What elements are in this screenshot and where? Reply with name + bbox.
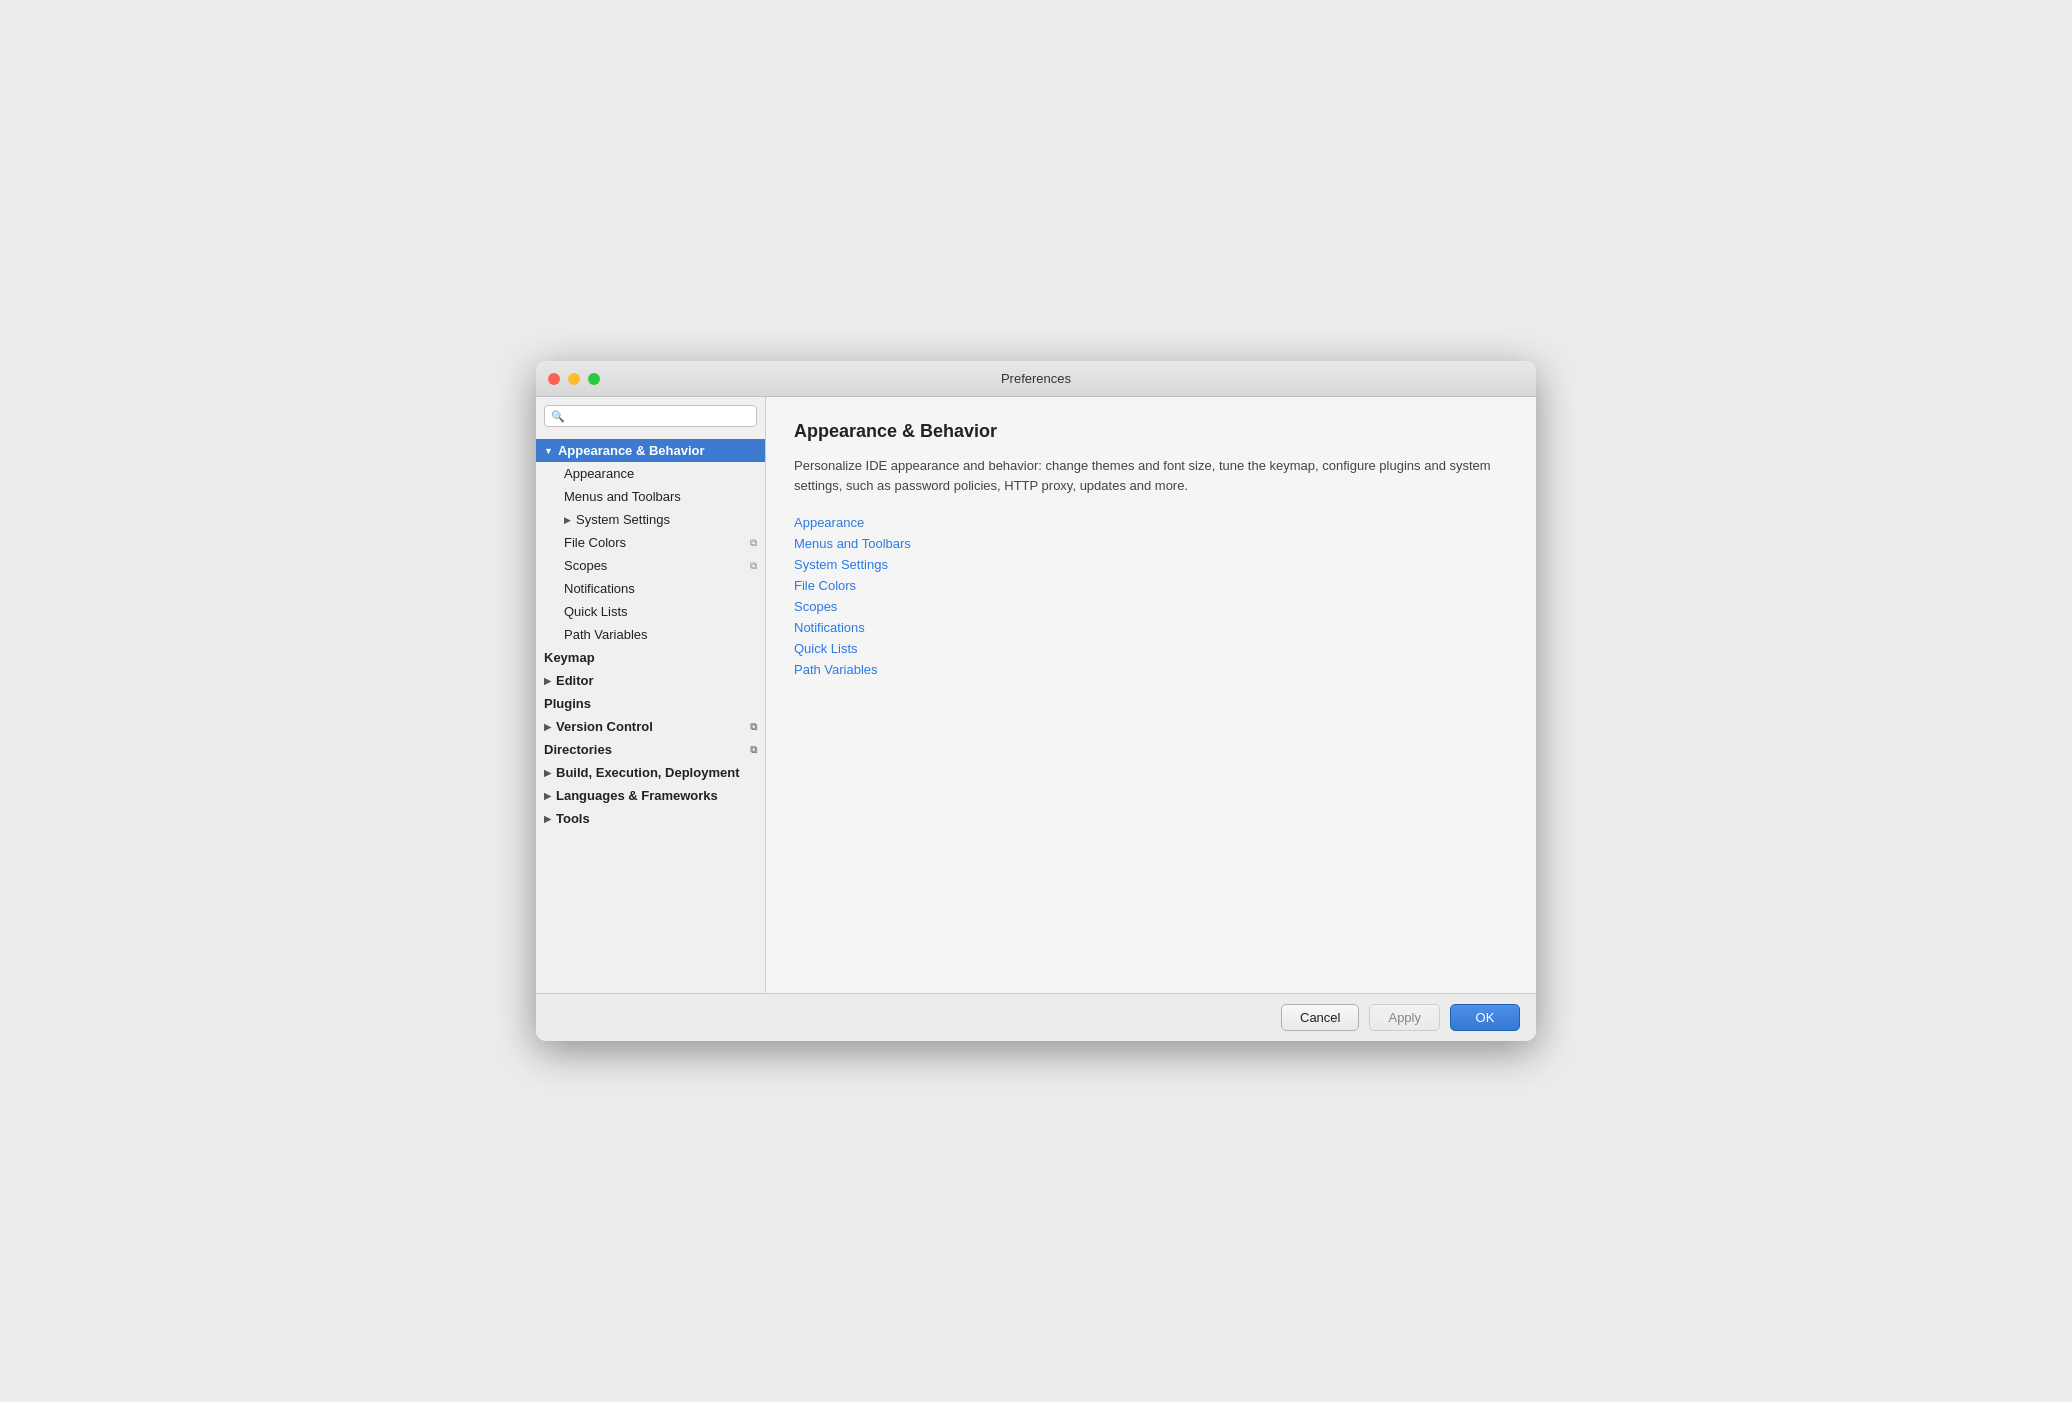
sidebar-item-plugins[interactable]: Plugins xyxy=(536,692,765,715)
cancel-button[interactable]: Cancel xyxy=(1281,1004,1359,1031)
link-scopes[interactable]: Scopes xyxy=(794,599,1508,614)
sidebar-item-label: Path Variables xyxy=(564,627,648,642)
page-description: Personalize IDE appearance and behavior:… xyxy=(794,456,1508,495)
sidebar-item-label: Keymap xyxy=(544,650,595,665)
chevron-right-icon: ▶ xyxy=(544,814,551,824)
sidebar: 🔍 ▼ Appearance & Behavior Appearance Men… xyxy=(536,397,766,993)
search-icon: 🔍 xyxy=(551,410,565,423)
chevron-right-icon: ▶ xyxy=(544,791,551,801)
minimize-button[interactable] xyxy=(568,373,580,385)
settings-icon: ⧉ xyxy=(750,721,757,733)
close-button[interactable] xyxy=(548,373,560,385)
page-title: Appearance & Behavior xyxy=(794,421,1508,442)
sidebar-item-label: Version Control xyxy=(556,719,653,734)
chevron-right-icon: ▶ xyxy=(544,676,551,686)
sidebar-item-label: Directories xyxy=(544,742,612,757)
preferences-window: Preferences 🔍 ▼ Appearance & Behavior Ap… xyxy=(536,361,1536,1041)
titlebar-buttons xyxy=(548,373,600,385)
chevron-right-icon: ▶ xyxy=(544,768,551,778)
link-menus-toolbars[interactable]: Menus and Toolbars xyxy=(794,536,1508,551)
link-quick-lists[interactable]: Quick Lists xyxy=(794,641,1508,656)
sidebar-item-appearance-behavior[interactable]: ▼ Appearance & Behavior xyxy=(536,439,765,462)
sidebar-item-label: Languages & Frameworks xyxy=(556,788,718,803)
maximize-button[interactable] xyxy=(588,373,600,385)
settings-icon: ⧉ xyxy=(750,744,757,756)
link-notifications[interactable]: Notifications xyxy=(794,620,1508,635)
bottom-bar: Cancel Apply OK xyxy=(536,993,1536,1041)
sidebar-item-menus-toolbars[interactable]: Menus and Toolbars xyxy=(536,485,765,508)
sidebar-item-label: Appearance & Behavior xyxy=(558,443,705,458)
chevron-right-icon: ▶ xyxy=(564,515,571,525)
chevron-right-icon: ▶ xyxy=(544,722,551,732)
sidebar-item-scopes[interactable]: Scopes ⧉ xyxy=(536,554,765,577)
sidebar-item-label: Appearance xyxy=(564,466,634,481)
settings-icon: ⧉ xyxy=(750,537,757,549)
sidebar-item-label: Plugins xyxy=(544,696,591,711)
sidebar-item-appearance[interactable]: Appearance xyxy=(536,462,765,485)
ok-button[interactable]: OK xyxy=(1450,1004,1520,1031)
chevron-down-icon: ▼ xyxy=(544,446,553,456)
sidebar-item-languages-frameworks[interactable]: ▶ Languages & Frameworks xyxy=(536,784,765,807)
sidebar-nav: ▼ Appearance & Behavior Appearance Menus… xyxy=(536,435,765,993)
sidebar-item-label: File Colors xyxy=(564,535,626,550)
sidebar-item-notifications[interactable]: Notifications xyxy=(536,577,765,600)
sidebar-item-editor[interactable]: ▶ Editor xyxy=(536,669,765,692)
sidebar-item-label: Notifications xyxy=(564,581,635,596)
sidebar-item-label: Scopes xyxy=(564,558,607,573)
search-box[interactable]: 🔍 xyxy=(544,405,757,427)
sidebar-item-label: Menus and Toolbars xyxy=(564,489,681,504)
apply-button[interactable]: Apply xyxy=(1369,1004,1440,1031)
sidebar-item-directories[interactable]: Directories ⧉ xyxy=(536,738,765,761)
link-path-variables[interactable]: Path Variables xyxy=(794,662,1508,677)
sidebar-item-tools[interactable]: ▶ Tools xyxy=(536,807,765,830)
links-list: Appearance Menus and Toolbars System Set… xyxy=(794,515,1508,677)
sidebar-item-label: Build, Execution, Deployment xyxy=(556,765,739,780)
titlebar: Preferences xyxy=(536,361,1536,397)
main-content: Appearance & Behavior Personalize IDE ap… xyxy=(766,397,1536,993)
link-file-colors[interactable]: File Colors xyxy=(794,578,1508,593)
link-appearance[interactable]: Appearance xyxy=(794,515,1508,530)
sidebar-item-label: Quick Lists xyxy=(564,604,628,619)
sidebar-item-path-variables[interactable]: Path Variables xyxy=(536,623,765,646)
window-title: Preferences xyxy=(1001,371,1071,386)
sidebar-item-label: Editor xyxy=(556,673,594,688)
sidebar-item-label: System Settings xyxy=(576,512,670,527)
search-input[interactable] xyxy=(569,409,750,423)
settings-icon: ⧉ xyxy=(750,560,757,572)
link-system-settings[interactable]: System Settings xyxy=(794,557,1508,572)
sidebar-item-label: Tools xyxy=(556,811,590,826)
sidebar-item-system-settings[interactable]: ▶ System Settings xyxy=(536,508,765,531)
sidebar-item-file-colors[interactable]: File Colors ⧉ xyxy=(536,531,765,554)
sidebar-item-build-execution-deployment[interactable]: ▶ Build, Execution, Deployment xyxy=(536,761,765,784)
sidebar-item-version-control[interactable]: ▶ Version Control ⧉ xyxy=(536,715,765,738)
sidebar-item-quick-lists[interactable]: Quick Lists xyxy=(536,600,765,623)
sidebar-item-keymap[interactable]: Keymap xyxy=(536,646,765,669)
content-area: 🔍 ▼ Appearance & Behavior Appearance Men… xyxy=(536,397,1536,993)
